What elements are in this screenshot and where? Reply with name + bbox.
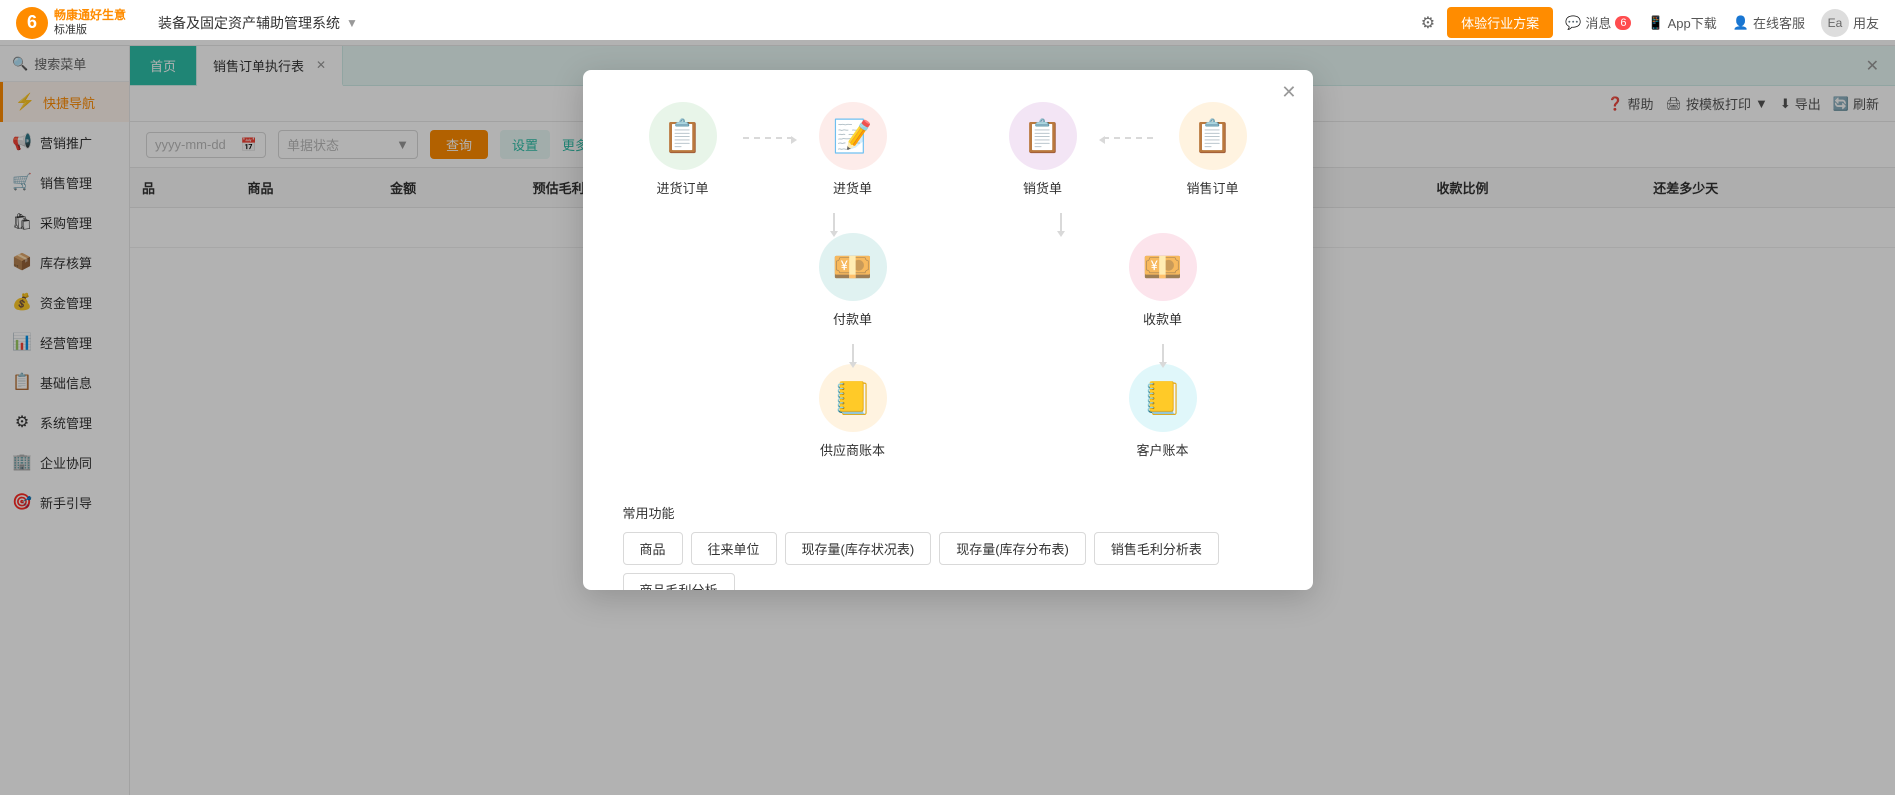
app-icon: 📱	[1647, 15, 1663, 31]
purchase-bill-section: 📝 进货单	[793, 102, 913, 197]
supplier-account-item[interactable]: 📒 供应商账本	[793, 364, 913, 459]
supplier-account-section: 📒 供应商账本	[793, 364, 913, 459]
logo-area: 6 畅康通好生意 标准版	[16, 7, 146, 39]
purchase-order-section: 📋 进货订单	[623, 102, 743, 197]
func-btn-unit[interactable]: 往来单位	[691, 532, 777, 565]
settings-icon[interactable]: ⚙	[1421, 13, 1435, 33]
purchase-order-icon: 📋	[649, 102, 717, 170]
system-name: 装备及固定资产辅助管理系统 ▼	[158, 13, 1409, 33]
func-buttons-row-1: 商品 往来单位 现存量(库存状况表) 现存量(库存分布表) 销售毛利分析表 商品…	[623, 532, 1273, 590]
message-badge: 6	[1615, 16, 1631, 30]
arrow-row-v	[623, 213, 1273, 233]
content-area: 首页 销售订单执行表 ✕ ✕ ❓ 帮助	[130, 46, 1895, 795]
payment-icon: 💴	[819, 233, 887, 301]
receipt-section: 💴 收款单	[1103, 233, 1223, 328]
modal-overlay: ✕ 📋 进货订单	[130, 46, 1895, 795]
func-btn-stock-status[interactable]: 现存量(库存状况表)	[785, 532, 932, 565]
arrow-row-v2	[623, 344, 1273, 364]
func-btn-sales-margin[interactable]: 销售毛利分析表	[1094, 532, 1219, 565]
workflow-row-1: 📋 进货订单 📝 进货单	[623, 102, 1273, 197]
customer-account-section: 📒 客户账本	[1103, 364, 1223, 459]
workflow-area: 📋 进货订单 📝 进货单	[583, 70, 1313, 495]
sales-bill-section: 📋 销货单	[983, 102, 1103, 197]
sales-order-item[interactable]: 📋 销售订单	[1153, 102, 1273, 197]
sales-order-icon: 📋	[1179, 102, 1247, 170]
supplier-account-icon: 📒	[819, 364, 887, 432]
purchase-bill-item[interactable]: 📝 进货单	[793, 102, 913, 197]
logo-text: 畅康通好生意 标准版	[54, 8, 126, 38]
func-btn-stock-dist[interactable]: 现存量(库存分布表)	[939, 532, 1086, 565]
func-btn-product-margin[interactable]: 商品毛利分析	[623, 573, 735, 590]
avatar: Ea	[1821, 9, 1849, 37]
workflow-row-2: 💴 付款单 💴 收款单	[623, 233, 1273, 328]
dashed-arrow-rev	[1103, 137, 1153, 139]
modal-close-button[interactable]: ✕	[1281, 82, 1296, 103]
arrow-2	[1103, 137, 1153, 163]
payment-section: 💴 付款单	[793, 233, 913, 328]
message-button[interactable]: 💬 消息 6	[1565, 13, 1631, 32]
purchase-bill-arrow-v	[774, 213, 894, 233]
workflow-modal: ✕ 📋 进货订单	[583, 70, 1313, 590]
arrow-1	[743, 137, 793, 163]
online-service-button[interactable]: 👤 在线客服	[1733, 13, 1805, 32]
receipt-item[interactable]: 💴 收款单	[1103, 233, 1223, 328]
sales-order-section: 📋 销售订单	[1153, 102, 1273, 197]
sales-bill-icon: 📋	[1009, 102, 1077, 170]
receipt-icon: 💴	[1129, 233, 1197, 301]
payment-item[interactable]: 💴 付款单	[793, 233, 913, 328]
sales-bill-item[interactable]: 📋 销货单	[983, 102, 1103, 197]
common-functions-title: 常用功能	[623, 503, 1273, 522]
user-menu[interactable]: Ea 用友	[1821, 9, 1879, 37]
customer-account-icon: 📒	[1129, 364, 1197, 432]
func-btn-product[interactable]: 商品	[623, 532, 683, 565]
dashed-arrow-1	[743, 137, 793, 139]
system-dropdown-arrow[interactable]: ▼	[346, 16, 358, 30]
customer-account-item[interactable]: 📒 客户账本	[1103, 364, 1223, 459]
purchase-bill-icon: 📝	[819, 102, 887, 170]
app-download-button[interactable]: 📱 App下载	[1647, 13, 1716, 32]
message-icon: 💬	[1565, 15, 1581, 31]
common-functions-area: 常用功能 商品 往来单位 现存量(库存状况表) 现存量(库存分布表) 销售毛利分…	[583, 495, 1313, 590]
sales-bill-arrow-v	[1001, 213, 1121, 233]
service-icon: 👤	[1733, 15, 1749, 31]
logo-icon: 6	[16, 7, 48, 39]
trial-button[interactable]: 体验行业方案	[1447, 7, 1553, 38]
purchase-order-item[interactable]: 📋 进货订单	[623, 102, 743, 197]
workflow-row-3: 📒 供应商账本 📒 客户账本	[623, 364, 1273, 459]
top-right-area: 💬 消息 6 📱 App下载 👤 在线客服 Ea 用友	[1565, 9, 1879, 37]
